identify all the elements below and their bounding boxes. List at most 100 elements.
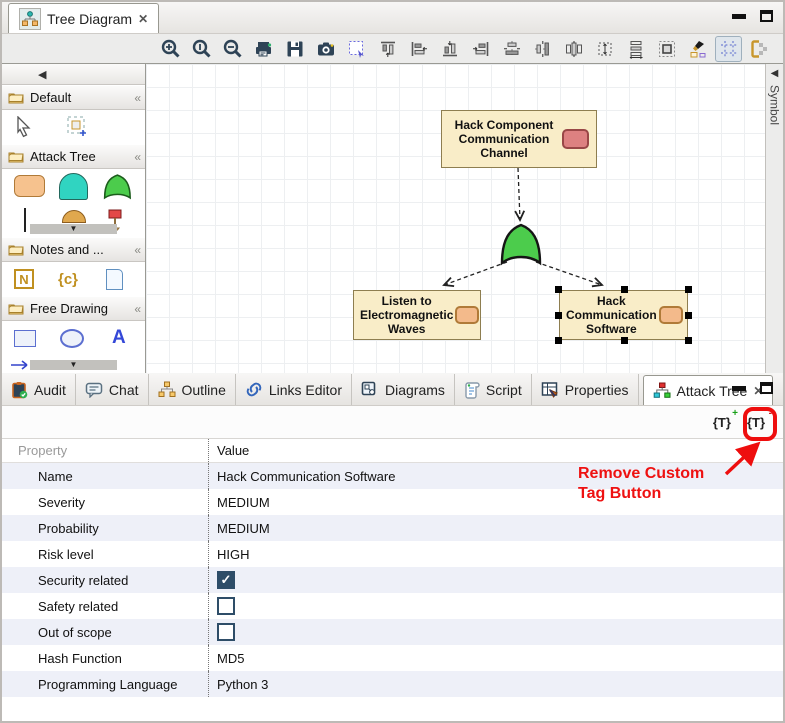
rectangle-tool[interactable] — [14, 330, 36, 347]
note-tool[interactable]: N — [14, 269, 34, 289]
tab-links-editor[interactable]: Links Editor — [236, 374, 352, 405]
diagram-canvas[interactable]: Hack Component Communication Channel Lis… — [146, 64, 765, 373]
node-root[interactable]: Hack Component Communication Channel — [441, 110, 597, 168]
marquee-select-button[interactable] — [343, 36, 370, 62]
minimize-icon[interactable] — [732, 14, 746, 19]
table-row[interactable]: Severity MEDIUM — [2, 489, 783, 515]
align-right-button[interactable] — [467, 36, 494, 62]
document-tool[interactable] — [106, 269, 123, 290]
palette-section-attack-tree[interactable]: Attack Tree « — [2, 144, 145, 169]
value-cell[interactable]: MEDIUM — [209, 489, 783, 515]
or-gate[interactable] — [498, 222, 544, 266]
edge-root-to-gate[interactable] — [518, 168, 520, 220]
pin-icon[interactable]: « — [134, 302, 139, 316]
canvas-margins-button[interactable] — [653, 36, 680, 62]
expand-left-icon[interactable]: ◀ — [771, 68, 779, 79]
node-left-child[interactable]: Listen to Electromagnetic Waves — [353, 290, 481, 340]
selection-handle[interactable] — [555, 286, 562, 293]
severity-badge[interactable] — [562, 129, 589, 149]
comment-tool[interactable]: {c} — [58, 271, 78, 288]
tab-outline[interactable]: Outline — [149, 374, 236, 405]
edge-gate-to-right[interactable] — [536, 262, 602, 285]
table-row[interactable]: Risk level HIGH — [2, 541, 783, 567]
palette-collapse-bar[interactable]: ◀ — [2, 64, 145, 85]
pin-icon[interactable]: « — [134, 91, 139, 105]
selection-handle[interactable] — [685, 312, 692, 319]
align-bottom-button[interactable] — [436, 36, 463, 62]
tab-chat[interactable]: Chat — [76, 374, 149, 405]
snap-to-geometry-button[interactable] — [746, 36, 773, 62]
save-button[interactable] — [281, 36, 308, 62]
value-cell[interactable]: MEDIUM — [209, 515, 783, 541]
distribute-button[interactable] — [622, 36, 649, 62]
selection-handle[interactable] — [555, 337, 562, 344]
table-row[interactable]: Probability MEDIUM — [2, 515, 783, 541]
tab-tree-diagram[interactable]: Tree Diagram ✕ — [8, 3, 159, 33]
event-node-tool[interactable] — [14, 175, 45, 197]
match-size-button[interactable] — [560, 36, 587, 62]
marquee-tool[interactable] — [66, 115, 90, 139]
center-vertically-button[interactable] — [498, 36, 525, 62]
selection-handle[interactable] — [685, 337, 692, 344]
remove-custom-tag-button[interactable]: {T} - — [743, 412, 769, 433]
severity-badge[interactable] — [659, 306, 683, 324]
resize-height-button[interactable] — [591, 36, 618, 62]
collapse-left-icon[interactable]: ◀ — [38, 68, 46, 81]
add-custom-tag-button[interactable]: {T} + — [709, 412, 735, 433]
palette-scroll-down[interactable]: ▼ — [30, 360, 117, 370]
format-painter-button[interactable] — [684, 36, 711, 62]
minimize-icon[interactable] — [732, 386, 746, 391]
table-row[interactable]: Security related ✓ — [2, 567, 783, 593]
text-tool[interactable]: A — [112, 327, 126, 349]
ellipse-tool[interactable] — [60, 329, 84, 348]
value-cell[interactable]: HIGH — [209, 541, 783, 567]
zoom-original-button[interactable] — [188, 36, 215, 62]
value-cell[interactable]: Python 3 — [209, 671, 783, 697]
zoom-in-button[interactable] — [157, 36, 184, 62]
header-property[interactable]: Property — [2, 439, 209, 462]
value-cell[interactable]: MD5 — [209, 645, 783, 671]
arrow-tool[interactable] — [10, 360, 32, 370]
table-row[interactable]: Programming Language Python 3 — [2, 671, 783, 697]
align-left-button[interactable] — [405, 36, 432, 62]
maximize-icon[interactable] — [760, 382, 773, 394]
node-right-child-selected[interactable]: Hack Communication Software — [559, 290, 688, 340]
align-top-button[interactable] — [374, 36, 401, 62]
selection-handle[interactable] — [555, 312, 562, 319]
table-row[interactable]: Hash Function MD5 — [2, 645, 783, 671]
camera-export-button[interactable] — [312, 36, 339, 62]
checkbox-unchecked[interactable] — [217, 623, 235, 641]
dome-tool[interactable] — [62, 210, 86, 223]
value-cell[interactable]: Hack Communication Software — [209, 463, 783, 489]
table-row[interactable]: Out of scope — [2, 619, 783, 645]
checkbox-unchecked[interactable] — [217, 597, 235, 615]
symbol-panel-collapsed[interactable]: ◀ Symbol — [765, 64, 783, 373]
selection-handle[interactable] — [621, 286, 628, 293]
tab-diagrams[interactable]: Diagrams — [352, 374, 455, 405]
palette-section-default[interactable]: Default « — [2, 85, 145, 110]
selection-handle[interactable] — [685, 286, 692, 293]
and-gate-tool[interactable] — [59, 173, 88, 200]
connector-tool[interactable] — [24, 208, 26, 232]
table-row[interactable]: Name Hack Communication Software — [2, 463, 783, 489]
print-button[interactable] — [250, 36, 277, 62]
tab-properties[interactable]: Properties — [532, 374, 639, 405]
palette-section-notes[interactable]: Notes and ... « — [2, 237, 145, 262]
checkbox-checked[interactable]: ✓ — [217, 571, 235, 589]
center-horizontally-button[interactable] — [529, 36, 556, 62]
pin-icon[interactable]: « — [134, 243, 139, 257]
header-value[interactable]: Value — [209, 439, 783, 462]
or-gate-tool[interactable] — [102, 172, 133, 201]
close-icon[interactable]: ✕ — [138, 12, 148, 26]
pin-icon[interactable]: « — [134, 150, 139, 164]
grid-toggle-button[interactable] — [715, 36, 742, 62]
selection-handle[interactable] — [621, 337, 628, 344]
palette-section-free-drawing[interactable]: Free Drawing « — [2, 296, 145, 321]
table-row[interactable]: Safety related — [2, 593, 783, 619]
maximize-icon[interactable] — [760, 10, 773, 22]
palette-scroll-down[interactable]: ▼ — [30, 224, 117, 234]
tab-script[interactable]: Script — [455, 374, 532, 405]
tab-audit[interactable]: Audit — [2, 374, 76, 405]
select-tool[interactable] — [14, 116, 34, 138]
severity-badge[interactable] — [455, 306, 479, 324]
